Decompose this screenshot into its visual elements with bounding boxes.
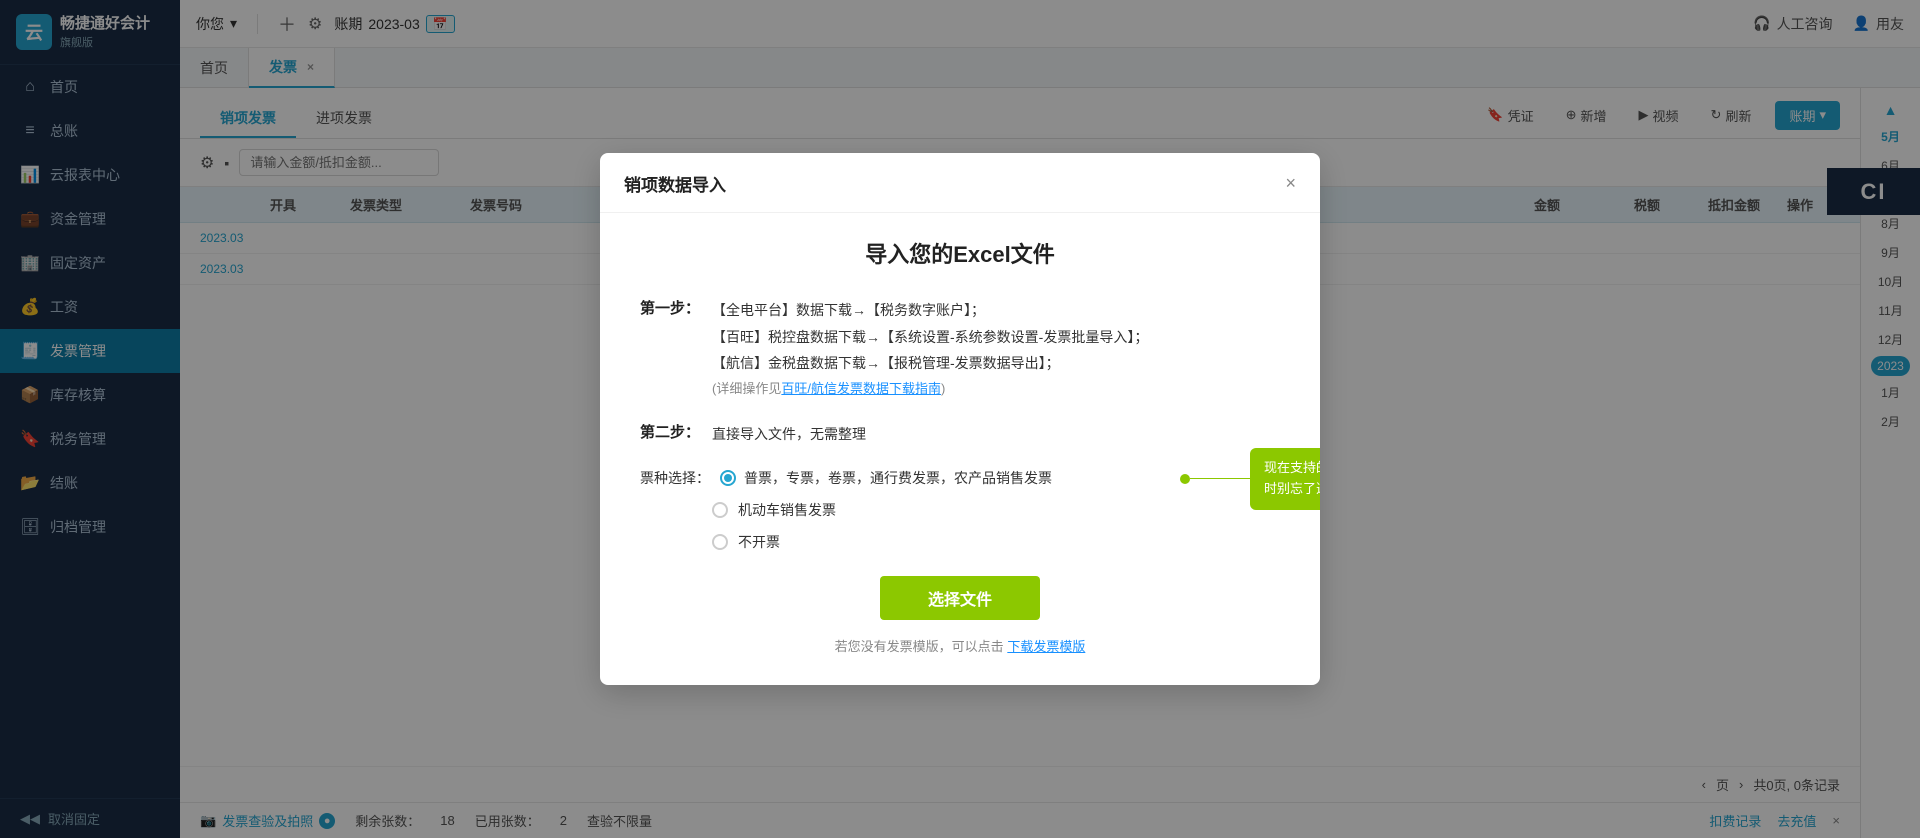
step2-content: 直接导入文件，无需整理	[712, 421, 866, 448]
tooltip-line	[1190, 478, 1250, 479]
ticket-motor-label: 机动车销售发票	[738, 500, 836, 520]
modal-overlay: 销项数据导入 × 导入您的Excel文件 第一步： 【全电平台】数据下载→【税务…	[0, 0, 1920, 838]
modal-step1: 第一步： 【全电平台】数据下载→【税务数字账户】； 【百旺】税控盘数据下载→【系…	[640, 297, 1280, 401]
tooltip-text: 现在支持的票种多了，导入发票时别忘了选择正确的发票类型呀!	[1264, 460, 1320, 496]
step1-content: 【全电平台】数据下载→【税务数字账户】； 【百旺】税控盘数据下载→【系统设置-系…	[712, 297, 1148, 401]
modal-body: 导入您的Excel文件 第一步： 【全电平台】数据下载→【税务数字账户】； 【百…	[600, 213, 1320, 685]
radio-motor[interactable]	[712, 502, 728, 518]
step1-note-prefix: (详细操作见	[712, 381, 781, 396]
modal-step2: 第二步： 直接导入文件，无需整理	[640, 421, 1280, 448]
ticket-normal-label: 普票，专票，卷票，通行费发票，农产品销售发票	[744, 468, 1052, 488]
ticket-noissue-row: 不开票	[712, 532, 1280, 552]
ticket-noissue-label: 不开票	[738, 532, 780, 552]
ticket-label: 票种选择：	[640, 468, 710, 488]
select-file-container: 选择文件	[640, 576, 1280, 620]
step2-label: 第二步：	[640, 421, 700, 448]
footer-note-text: 若您没有发票模版，可以点击	[835, 639, 1004, 654]
step1-note: (详细操作见百旺/航信发票数据下载指南)	[712, 377, 1148, 402]
modal-header: 销项数据导入 ×	[600, 153, 1320, 213]
modal-close-btn[interactable]: ×	[1285, 173, 1296, 194]
ticket-label-row: 票种选择： 普票，专票，卷票，通行费发票，农产品销售发票 × 现在支持的票种多了…	[640, 468, 1280, 488]
step1-line2: 【百旺】税控盘数据下载→【系统设置-系统参数设置-发票批量导入】；	[712, 324, 1148, 351]
radio-normal[interactable]	[720, 470, 736, 486]
radio-noissue[interactable]	[712, 534, 728, 550]
select-file-btn[interactable]: 选择文件	[880, 576, 1040, 620]
step1-line3: 【航信】金税盘数据下载→【报税管理-发票数据导出】；	[712, 350, 1148, 377]
import-modal: 销项数据导入 × 导入您的Excel文件 第一步： 【全电平台】数据下载→【税务…	[600, 153, 1320, 685]
ticket-section: 票种选择： 普票，专票，卷票，通行费发票，农产品销售发票 × 现在支持的票种多了…	[640, 468, 1280, 552]
tooltip-bubble: × 现在支持的票种多了，导入发票时别忘了选择正确的发票类型呀!	[1250, 448, 1320, 510]
tooltip-dot	[1180, 474, 1190, 484]
step1-link[interactable]: 百旺/航信发票数据下载指南	[781, 381, 941, 396]
modal-footer: 若您没有发票模版，可以点击 下载发票模版	[640, 636, 1280, 655]
step1-note-suffix: )	[941, 381, 945, 396]
step1-line1: 【全电平台】数据下载→【税务数字账户】；	[712, 297, 1148, 324]
step1-label: 第一步：	[640, 297, 700, 401]
modal-main-title: 导入您的Excel文件	[640, 237, 1280, 269]
modal-title: 销项数据导入	[624, 171, 726, 196]
download-template-link[interactable]: 下载发票模版	[1007, 639, 1085, 654]
